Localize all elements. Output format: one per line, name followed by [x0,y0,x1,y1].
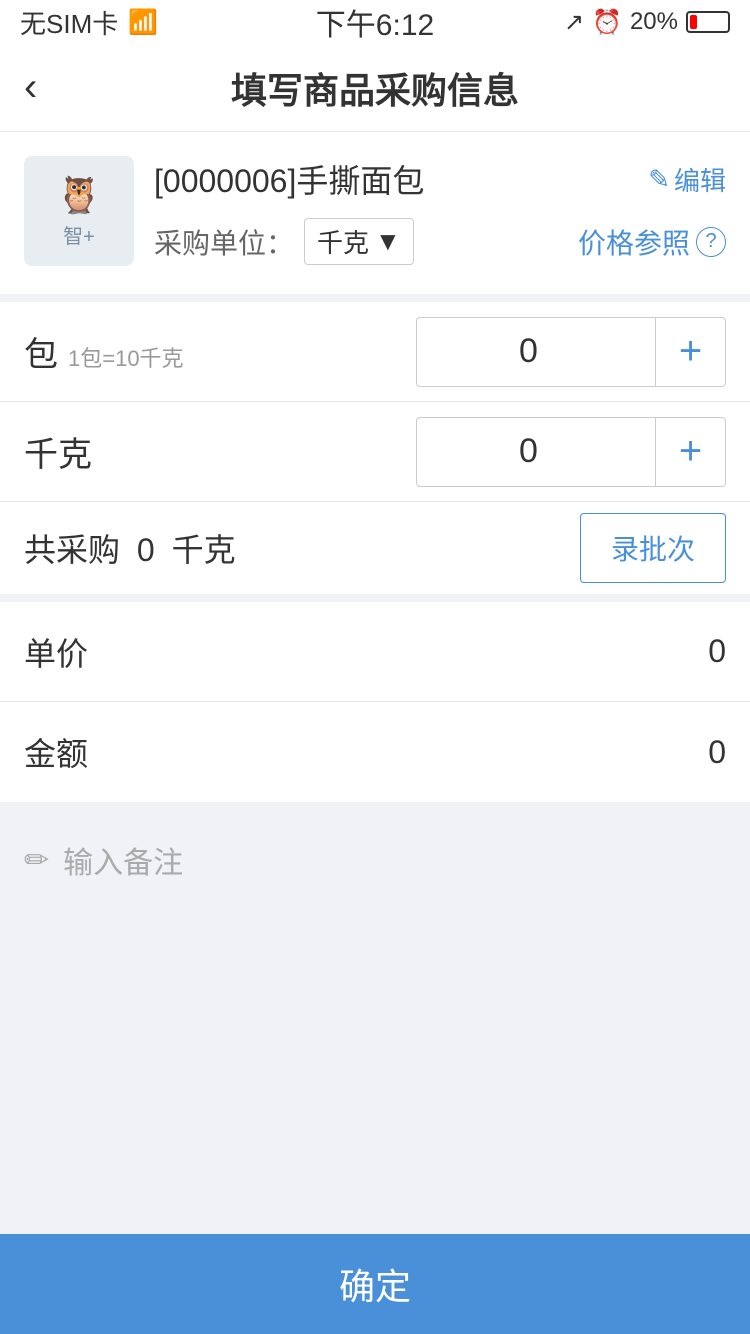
pencil-icon: ✏ [24,843,49,878]
chevron-down-icon: ▼ [375,226,401,257]
edit-button[interactable]: ✎ 编辑 [648,161,726,198]
bag-label-group: 包 1包=10千克 [24,327,184,376]
purchase-unit-row: 采购单位： 千克 ▼ 价格参照 ? [154,218,726,265]
page-title: 填写商品采购信息 [231,62,519,114]
battery-icon [686,11,730,33]
battery-percent: 20% [630,8,678,36]
summary-suffix: 千克 [172,532,236,568]
summary-amount: 0 [137,532,155,568]
wifi-icon: 📶 [128,8,158,37]
purchase-unit-group: 采购单位： 千克 ▼ [154,218,414,265]
remark-section[interactable]: ✏ 输入备注 [0,810,750,910]
bottom-space [0,910,750,1260]
info-icon: ? [696,227,726,257]
bag-input-row: 包 1包=10千克 + [0,302,750,402]
confirm-bar[interactable]: 确定 [0,1234,750,1334]
battery-body [686,11,730,33]
kg-input-row: 千克 + [0,402,750,502]
status-right: ↗ ⏰ 20% [564,8,730,37]
unit-selector[interactable]: 千克 ▼ [304,218,414,265]
product-thumbnail: 🦉 智+ [24,156,134,266]
unit-price-row: 单价 0 [0,602,750,702]
amount-label: 金额 [24,729,88,775]
unit-price-value: 0 [708,633,726,670]
product-name-row: [0000006]手撕面包 ✎ 编辑 [154,156,726,202]
batch-button[interactable]: 录批次 [580,513,726,583]
bag-input-right: + [416,317,726,387]
unit-price-label: 单价 [24,629,88,675]
summary-text: 共采购 0 千克 [24,525,236,571]
product-card: 🦉 智+ [0000006]手撕面包 ✎ 编辑 采购单位： 千克 ▼ 价格参照 … [0,132,750,302]
battery-fill [690,15,697,29]
bag-quantity-input[interactable] [416,317,656,387]
status-time: 下午6:12 [316,0,434,44]
back-button[interactable]: ‹ [24,65,37,110]
kg-quantity-input[interactable] [416,417,656,487]
status-left: 无SIM卡 📶 [20,4,158,41]
purchase-unit-label: 采购单位： [154,222,294,262]
product-info: [0000006]手撕面包 ✎ 编辑 采购单位： 千克 ▼ 价格参照 ? [154,156,726,265]
unit-value: 千克 [317,223,369,260]
kg-plus-button[interactable]: + [656,417,726,487]
carrier-label: 无SIM卡 [20,4,118,41]
location-icon: ↗ [564,8,584,37]
bag-input-section: 包 1包=10千克 + [0,302,750,402]
edit-icon: ✎ [648,164,670,195]
bag-label: 包 [24,327,58,376]
summary-row: 共采购 0 千克 录批次 [0,502,750,602]
alarm-icon: ⏰ [592,8,622,37]
price-reference-button[interactable]: 价格参照 ? [578,222,726,262]
summary-prefix: 共采购 [24,532,120,568]
price-ref-label: 价格参照 [578,222,690,262]
bag-plus-button[interactable]: + [656,317,726,387]
remark-placeholder: 输入备注 [63,838,183,882]
status-bar: 无SIM卡 📶 下午6:12 ↗ ⏰ 20% [0,0,750,44]
amount-value: 0 [708,734,726,771]
bag-sub-label: 1包=10千克 [68,341,184,373]
thumb-icon: 🦉 [57,174,102,216]
kg-input-right: + [416,417,726,487]
confirm-button[interactable]: 确定 [339,1258,411,1310]
edit-label: 编辑 [674,161,726,198]
kg-input-section: 千克 + [0,402,750,502]
nav-bar: ‹ 填写商品采购信息 [0,44,750,132]
price-info-section: 单价 0 金额 0 [0,602,750,802]
thumb-label: 智+ [63,220,95,249]
amount-row: 金额 0 [0,702,750,802]
product-name: [0000006]手撕面包 [154,156,424,202]
kg-label: 千克 [24,427,92,476]
